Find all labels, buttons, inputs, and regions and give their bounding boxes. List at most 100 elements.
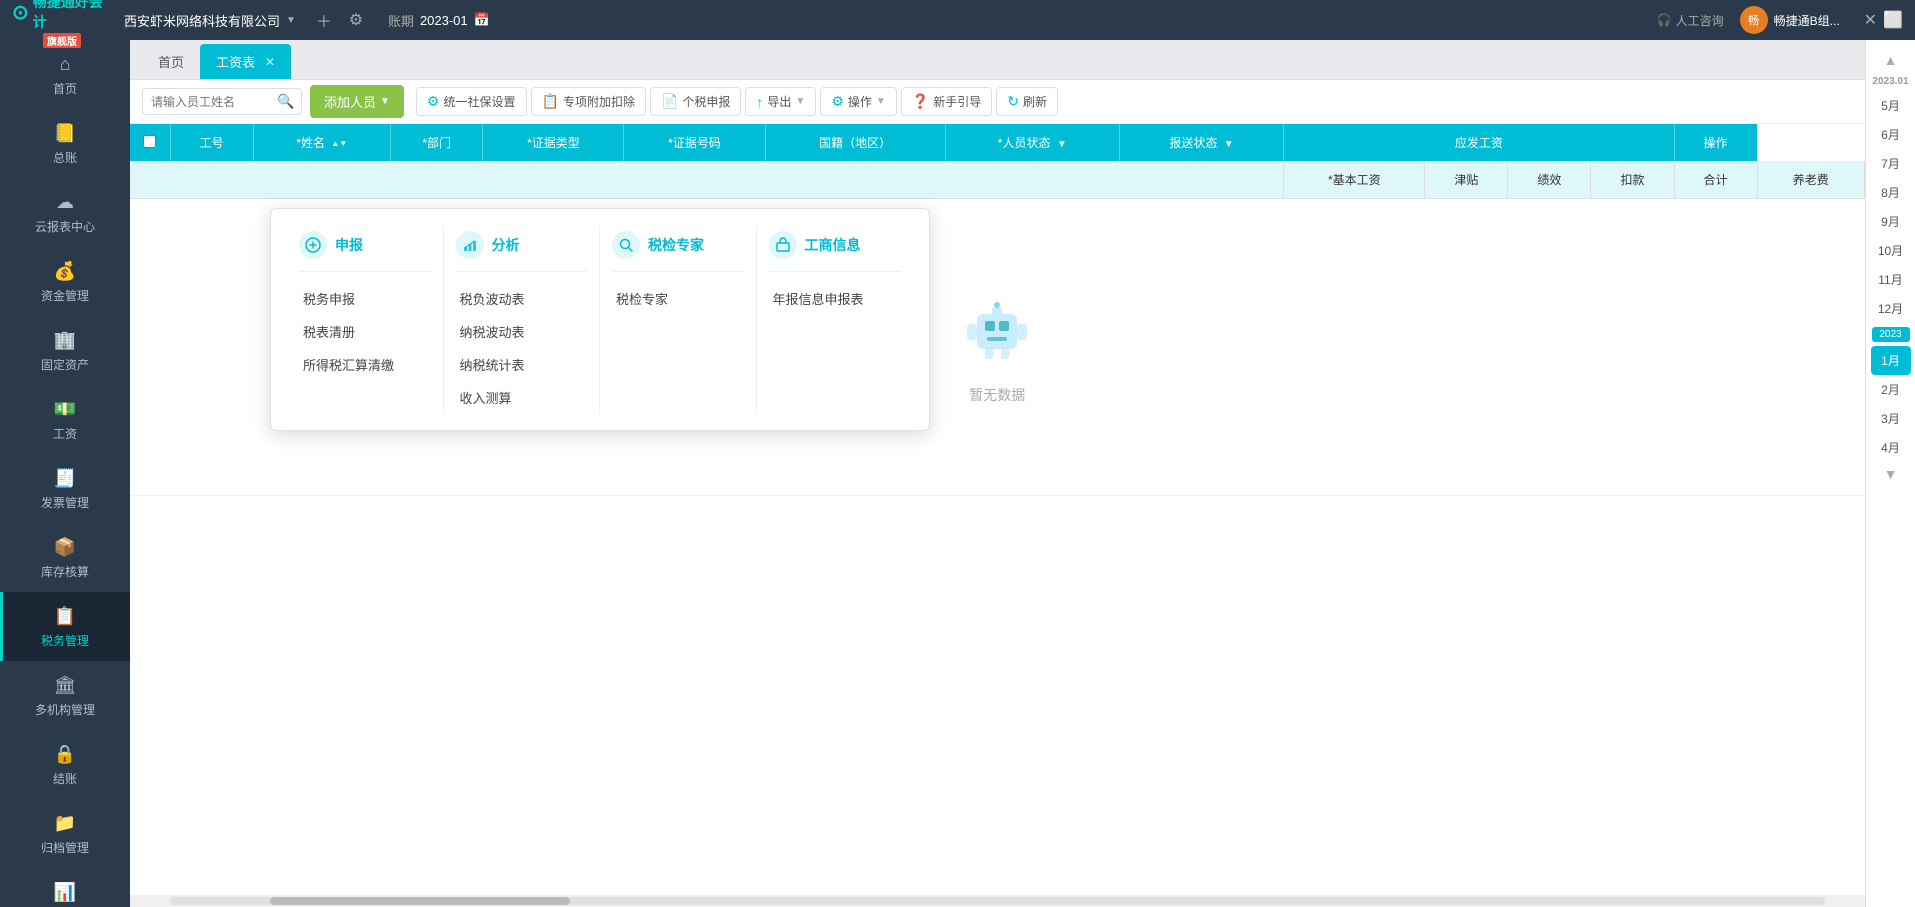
th-nationality: 国籍（地区）	[765, 124, 945, 161]
month-1[interactable]: 1月	[1871, 346, 1911, 375]
company-name: 西安虾米网络科技有限公司	[124, 11, 280, 30]
sidebar-item-report[interactable]: 📊 小畅报销	[0, 868, 130, 907]
add-employee-button[interactable]: 添加人员 ▼	[310, 85, 404, 118]
special-deduction-button[interactable]: 📋 专项附加扣除	[531, 87, 646, 116]
export-button[interactable]: ↑ 导出 ▼	[745, 87, 816, 116]
month-5[interactable]: 5月	[1871, 91, 1911, 120]
tax-expert-section-icon	[612, 231, 640, 259]
refresh-button[interactable]: ↻ 刷新	[996, 87, 1058, 116]
support-button[interactable]: 🎧 人工咨询	[1657, 12, 1724, 29]
sidebar-label-ledger: 总账	[53, 149, 77, 166]
tab-home[interactable]: 首页	[142, 44, 200, 79]
report-status-filter-icon[interactable]: ▼	[1224, 139, 1234, 150]
fund-icon: 💰	[53, 259, 77, 283]
sidebar-item-home[interactable]: ⌂ 首页	[0, 40, 130, 109]
user-area[interactable]: 畅 畅捷通B组...	[1740, 6, 1840, 34]
app-logo: ⊙ 畅捷通好会计 旗舰版	[12, 0, 112, 48]
salary-icon: 💵	[53, 397, 77, 421]
month-8[interactable]: 8月	[1871, 178, 1911, 207]
operation-button[interactable]: ⚙ 操作 ▼	[820, 87, 896, 116]
select-all-checkbox[interactable]	[143, 135, 156, 148]
sidebar-item-archive[interactable]: 📁 归档管理	[0, 799, 130, 868]
dropdown-item-annual-report[interactable]: 年报信息申报表	[769, 282, 902, 315]
th-payroll: 应发工资	[1284, 124, 1674, 161]
month-3[interactable]: 3月	[1871, 404, 1911, 433]
dropdown-item-tax-check[interactable]: 税检专家	[612, 282, 744, 315]
add-btn-arrow-icon: ▼	[380, 96, 390, 107]
dropdown-item-tax-wave[interactable]: 税负波动表	[456, 282, 588, 315]
analysis-title: 分析	[492, 235, 520, 255]
declaration-section-icon	[299, 231, 327, 259]
sidebar-item-closing[interactable]: 🔒 结账	[0, 730, 130, 799]
dropdown-section-header-biz-info: 工商信息	[769, 225, 902, 272]
tax-expert-title: 税检专家	[648, 235, 704, 255]
month-10[interactable]: 10月	[1871, 236, 1911, 265]
biz-info-section-icon	[769, 231, 797, 259]
sidebar-item-fund[interactable]: 💰 资金管理	[0, 247, 130, 316]
search-input[interactable]	[151, 95, 271, 109]
sidebar-item-ledger[interactable]: 📒 总账	[0, 109, 130, 178]
add-icon[interactable]: ＋	[312, 8, 336, 32]
sidebar-label-home: 首页	[53, 80, 77, 97]
dropdown-item-income-calc[interactable]: 收入测算	[456, 381, 588, 414]
table-section: 工号 *姓名 ▲▼ *部门 *证据类型 *证据号码 国籍（地区） *人员状态	[130, 124, 1865, 907]
social-insurance-button[interactable]: ⚙ 统一社保设置	[416, 87, 527, 116]
sidebar-label-cloud: 云报表中心	[35, 218, 95, 235]
month-11[interactable]: 11月	[1871, 265, 1911, 294]
sidebar-item-cloud-report[interactable]: ☁ 云报表中心	[0, 178, 130, 247]
sidebar-item-fixed-asset[interactable]: 🏢 固定资产	[0, 316, 130, 385]
closing-icon: 🔒	[53, 742, 77, 766]
tab-close-icon[interactable]: ✕	[265, 55, 275, 69]
th-report-status: 报送状态 ▼	[1119, 124, 1284, 161]
th-operation: 操作	[1674, 124, 1757, 161]
scroll-track[interactable]	[170, 897, 1825, 905]
operation-arrow-icon: ▼	[876, 96, 886, 107]
sidebar-item-inventory[interactable]: 📦 库存核算	[0, 523, 130, 592]
support-label: 人工咨询	[1676, 12, 1724, 29]
th-name: *姓名 ▲▼	[253, 124, 390, 161]
month-6[interactable]: 6月	[1871, 120, 1911, 149]
calendar-up-button[interactable]: ▲	[1880, 48, 1902, 72]
main-layout: ⌂ 首页 📒 总账 ☁ 云报表中心 💰 资金管理 🏢 固定资产 💵 工资 🧾 发…	[0, 40, 1915, 907]
current-year-badge: 2023	[1872, 327, 1910, 342]
sidebar-item-tax[interactable]: 📋 税务管理	[0, 592, 130, 661]
month-4[interactable]: 4月	[1871, 433, 1911, 462]
status-filter-icon[interactable]: ▼	[1057, 139, 1067, 150]
tax-return-button[interactable]: 📄 个税申报	[650, 87, 741, 116]
maximize-icon[interactable]: ⬜	[1883, 10, 1903, 30]
month-7[interactable]: 7月	[1871, 149, 1911, 178]
month-9[interactable]: 9月	[1871, 207, 1911, 236]
month-12[interactable]: 12月	[1871, 294, 1911, 323]
dropdown-item-income-tax[interactable]: 所得税汇算清缴	[299, 348, 431, 381]
search-input-wrap[interactable]: 🔍	[142, 88, 302, 115]
sidebar-label-salary: 工资	[53, 425, 77, 442]
settings-icon[interactable]: ⚙	[344, 8, 368, 32]
horizontal-scrollbar[interactable]	[130, 895, 1865, 907]
search-icon[interactable]: 🔍	[277, 93, 294, 110]
sidebar-item-salary[interactable]: 💵 工资	[0, 385, 130, 454]
dropdown-item-tax-schedule[interactable]: 税表清册	[299, 315, 431, 348]
dropdown-item-tax-wave2[interactable]: 纳税波动表	[456, 315, 588, 348]
special-deduction-label: 专项附加扣除	[563, 93, 635, 110]
th-checkbox[interactable]	[130, 124, 170, 161]
sidebar-item-invoice[interactable]: 🧾 发票管理	[0, 454, 130, 523]
calendar-icon[interactable]: 📅	[474, 12, 490, 28]
th-spacer	[130, 161, 1284, 199]
close-icon[interactable]: ✕	[1864, 10, 1877, 30]
scroll-thumb[interactable]	[270, 897, 570, 905]
content-area: 首页 工资表 ✕ 🔍 添加人员 ▼ ⚙ 统一社保设置	[130, 40, 1865, 907]
tab-salary[interactable]: 工资表 ✕	[200, 44, 291, 79]
sidebar-label-inventory: 库存核算	[41, 563, 89, 580]
period-label: 账期	[388, 11, 414, 30]
toolbar-actions: ⚙ 统一社保设置 📋 专项附加扣除 📄 个税申报 ↑ 导出 ▼ ⚙	[416, 87, 1058, 116]
name-sort-icon[interactable]: ▲▼	[331, 140, 347, 148]
new-guide-button[interactable]: ❓ 新手引导	[901, 87, 992, 116]
tax-icon: 📋	[53, 604, 77, 628]
calendar-down-button[interactable]: ▼	[1880, 462, 1902, 486]
dropdown-item-tax-declaration[interactable]: 税务申报	[299, 282, 431, 315]
month-2[interactable]: 2月	[1871, 375, 1911, 404]
company-selector[interactable]: 西安虾米网络科技有限公司 ▼	[124, 11, 296, 30]
sidebar-item-multi-org[interactable]: 🏛 多机构管理	[0, 661, 130, 730]
analysis-section-icon	[456, 231, 484, 259]
dropdown-item-tax-stat[interactable]: 纳税统计表	[456, 348, 588, 381]
